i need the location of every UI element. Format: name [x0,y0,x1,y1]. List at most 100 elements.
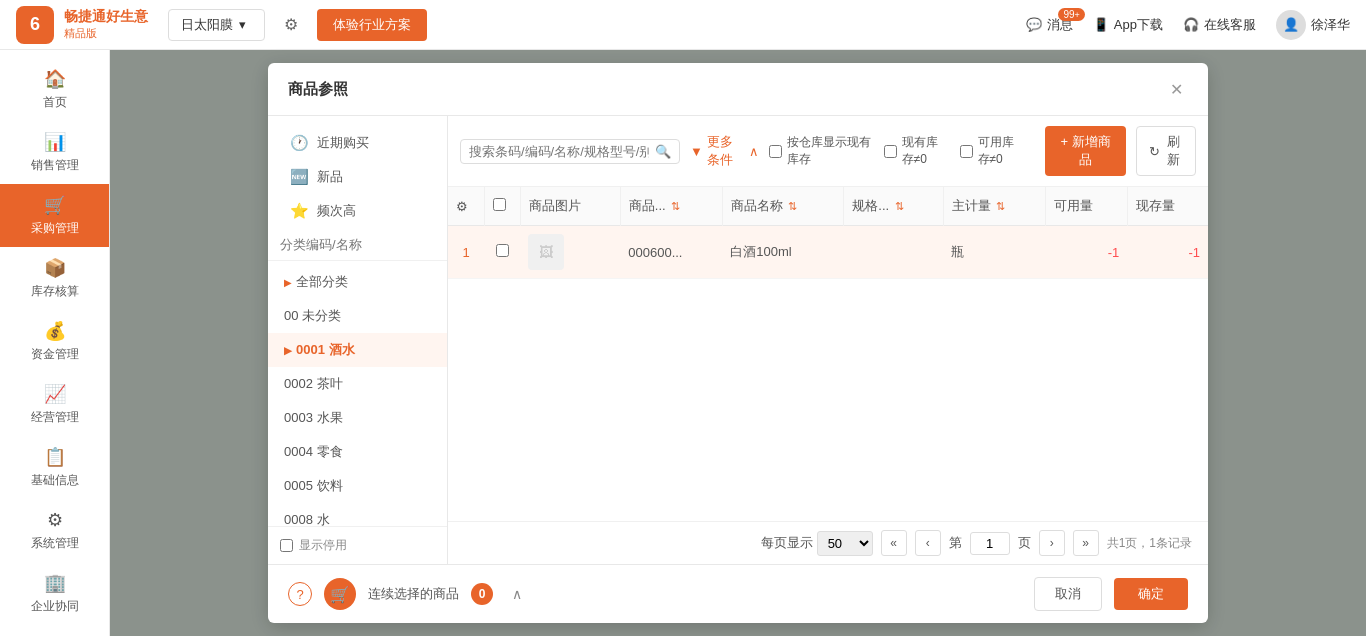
online-service-button[interactable]: 🎧 在线客服 [1183,16,1256,34]
expand-icon: ▶ [284,277,292,288]
warehouse-stock-filter[interactable]: 按仓库显示现有库存 [769,134,874,168]
category-item-0005[interactable]: 0005 饮料 [268,469,447,503]
sidebar-item-enterprise[interactable]: 🏢 企业协同 [0,562,109,625]
sidebar-item-inventory[interactable]: 📦 库存核算 [0,247,109,310]
category-search-input[interactable] [280,237,448,252]
col-spec: 规格... ⇅ [844,187,943,226]
page-number-input[interactable] [970,532,1010,555]
modal-left-tabs: 🕐 近期购买 🆕 新品 ⭐ 频次高 [268,116,447,228]
user-profile-button[interactable]: 👤 徐泽华 [1276,10,1350,40]
row-unit-cell: 瓶 [943,226,1046,279]
more-conditions-button[interactable]: ▼ 更多条件 ∧ [690,133,759,169]
page-size-select[interactable]: 10 20 50 100 [817,531,873,556]
product-search-icon[interactable]: 🔍 [655,144,671,159]
available-stock-filter[interactable]: 现有库存≠0 [884,134,950,168]
modal-right-panel: 🔍 ▼ 更多条件 ∧ 按仓库显示现有库存 [448,116,1208,564]
tab-frequent[interactable]: ⭐ 频次高 [280,194,435,228]
category-item-0001[interactable]: ▶ 0001 酒水 [268,333,447,367]
sidebar-item-system[interactable]: ⚙ 系统管理 [0,499,109,562]
category-item-00[interactable]: 00 未分类 [268,299,447,333]
last-page-button[interactable]: » [1073,530,1099,556]
col-settings[interactable]: ⚙ [448,187,484,226]
help-button[interactable]: ? [288,582,312,606]
warehouse-dropdown[interactable]: 日太阳膜 ▾ [168,9,265,41]
row-checkbox[interactable] [496,244,509,257]
confirm-button[interactable]: 确定 [1114,578,1188,610]
available-stock-checkbox[interactable] [884,145,897,158]
finance-icon: 💰 [44,320,66,342]
cancel-button[interactable]: 取消 [1034,577,1102,611]
message-icon: 💬 [1026,17,1042,32]
selected-count-badge: 0 [471,583,493,605]
refresh-button[interactable]: ↻ 刷新 [1136,126,1196,176]
basic-icon: 📋 [44,446,66,468]
tab-new-products[interactable]: 🆕 新品 [280,160,435,194]
category-list: ▶ 全部分类 00 未分类 ▶ 0001 酒水 0002 茶 [268,261,447,526]
select-all-checkbox[interactable] [493,198,506,211]
footer-collapse-button[interactable]: ∧ [505,582,529,606]
new-icon: 🆕 [290,168,309,186]
sort-spec-icon[interactable]: ⇅ [895,200,904,212]
category-item-all[interactable]: ▶ 全部分类 [268,265,447,299]
trial-button[interactable]: 体验行业方案 [317,9,427,41]
tab-recent-purchase[interactable]: 🕐 近期购买 [280,126,435,160]
mobile-icon: 📱 [1093,17,1109,32]
settings-icon[interactable]: ⚙ [275,9,307,41]
sidebar-item-home[interactable]: 🏠 首页 [0,58,109,121]
prev-page-button[interactable]: ‹ [915,530,941,556]
message-button[interactable]: 💬 消息 99+ [1026,16,1073,34]
sort-code-icon[interactable]: ⇅ [671,200,680,212]
category-item-0004[interactable]: 0004 零食 [268,435,447,469]
usable-stock-filter[interactable]: 可用库存≠0 [960,134,1026,168]
add-product-button[interactable]: + 新增商品 [1045,126,1126,176]
inventory-icon: 📦 [44,257,66,279]
category-search-box: 🔍 [268,228,447,261]
sidebar: 🏠 首页 📊 销售管理 🛒 采购管理 📦 库存核算 💰 资金管理 📈 经营管理 … [0,50,110,636]
star-icon: ⭐ [290,202,309,220]
avatar: 👤 [1276,10,1306,40]
col-code: 商品... ⇅ [620,187,722,226]
navbar-right: 💬 消息 99+ 📱 App下载 🎧 在线客服 👤 徐泽华 [1026,10,1350,40]
column-settings-icon: ⚙ [456,199,468,214]
usable-stock-checkbox[interactable] [960,145,973,158]
active-expand-icon: ▶ [284,345,292,356]
row-available-cell: -1 [1046,226,1127,279]
category-item-0002[interactable]: 0002 茶叶 [268,367,447,401]
sidebar-item-finance[interactable]: 💰 资金管理 [0,310,109,373]
modal-footer: ? 🛒 连续选择的商品 0 ∧ 取消 确定 [268,564,1208,623]
sidebar-item-sales[interactable]: 📊 销售管理 [0,121,109,184]
clock-icon: 🕐 [290,134,309,152]
app-download-button[interactable]: 📱 App下载 [1093,16,1163,34]
table-row[interactable]: 1 🖼 000600... 白酒100ml [448,226,1208,279]
warehouse-stock-checkbox[interactable] [769,145,782,158]
sort-unit-icon[interactable]: ⇅ [996,200,1005,212]
row-checkbox-cell[interactable] [484,226,520,279]
modal-close-button[interactable]: ✕ [1164,77,1188,101]
show-disabled-row: 显示停用 [268,526,447,564]
next-page-button[interactable]: › [1039,530,1065,556]
filter-icon: ▼ [690,144,703,159]
product-search-input[interactable] [469,144,649,159]
cart-button[interactable]: 🛒 [324,578,356,610]
sidebar-item-purchase[interactable]: 🛒 采购管理 [0,184,109,247]
show-disabled-checkbox[interactable] [280,539,293,552]
col-available: 可用量 [1046,187,1127,226]
category-item-0003[interactable]: 0003 水果 [268,401,447,435]
first-page-button[interactable]: « [881,530,907,556]
system-icon: ⚙ [47,509,63,531]
enterprise-icon: 🏢 [44,572,66,594]
product-table: ⚙ 商品图片 [448,187,1208,279]
sales-icon: 📊 [44,131,66,153]
operations-icon: 📈 [44,383,66,405]
modal-header: 商品参照 ✕ [268,63,1208,116]
sidebar-item-guide[interactable]: 🎯 新手引导 [0,625,109,636]
headset-icon: 🎧 [1183,17,1199,32]
sidebar-item-basic[interactable]: 📋 基础信息 [0,436,109,499]
category-item-0008[interactable]: 0008 水 [268,503,447,526]
product-table-container: ⚙ 商品图片 [448,187,1208,521]
sort-name-icon[interactable]: ⇅ [788,200,797,212]
col-checkbox[interactable] [484,187,520,226]
row-name-cell: 白酒100ml [722,226,844,279]
sidebar-item-operations[interactable]: 📈 经营管理 [0,373,109,436]
pagination: 每页显示 10 20 50 100 « ‹ 第 [448,521,1208,564]
